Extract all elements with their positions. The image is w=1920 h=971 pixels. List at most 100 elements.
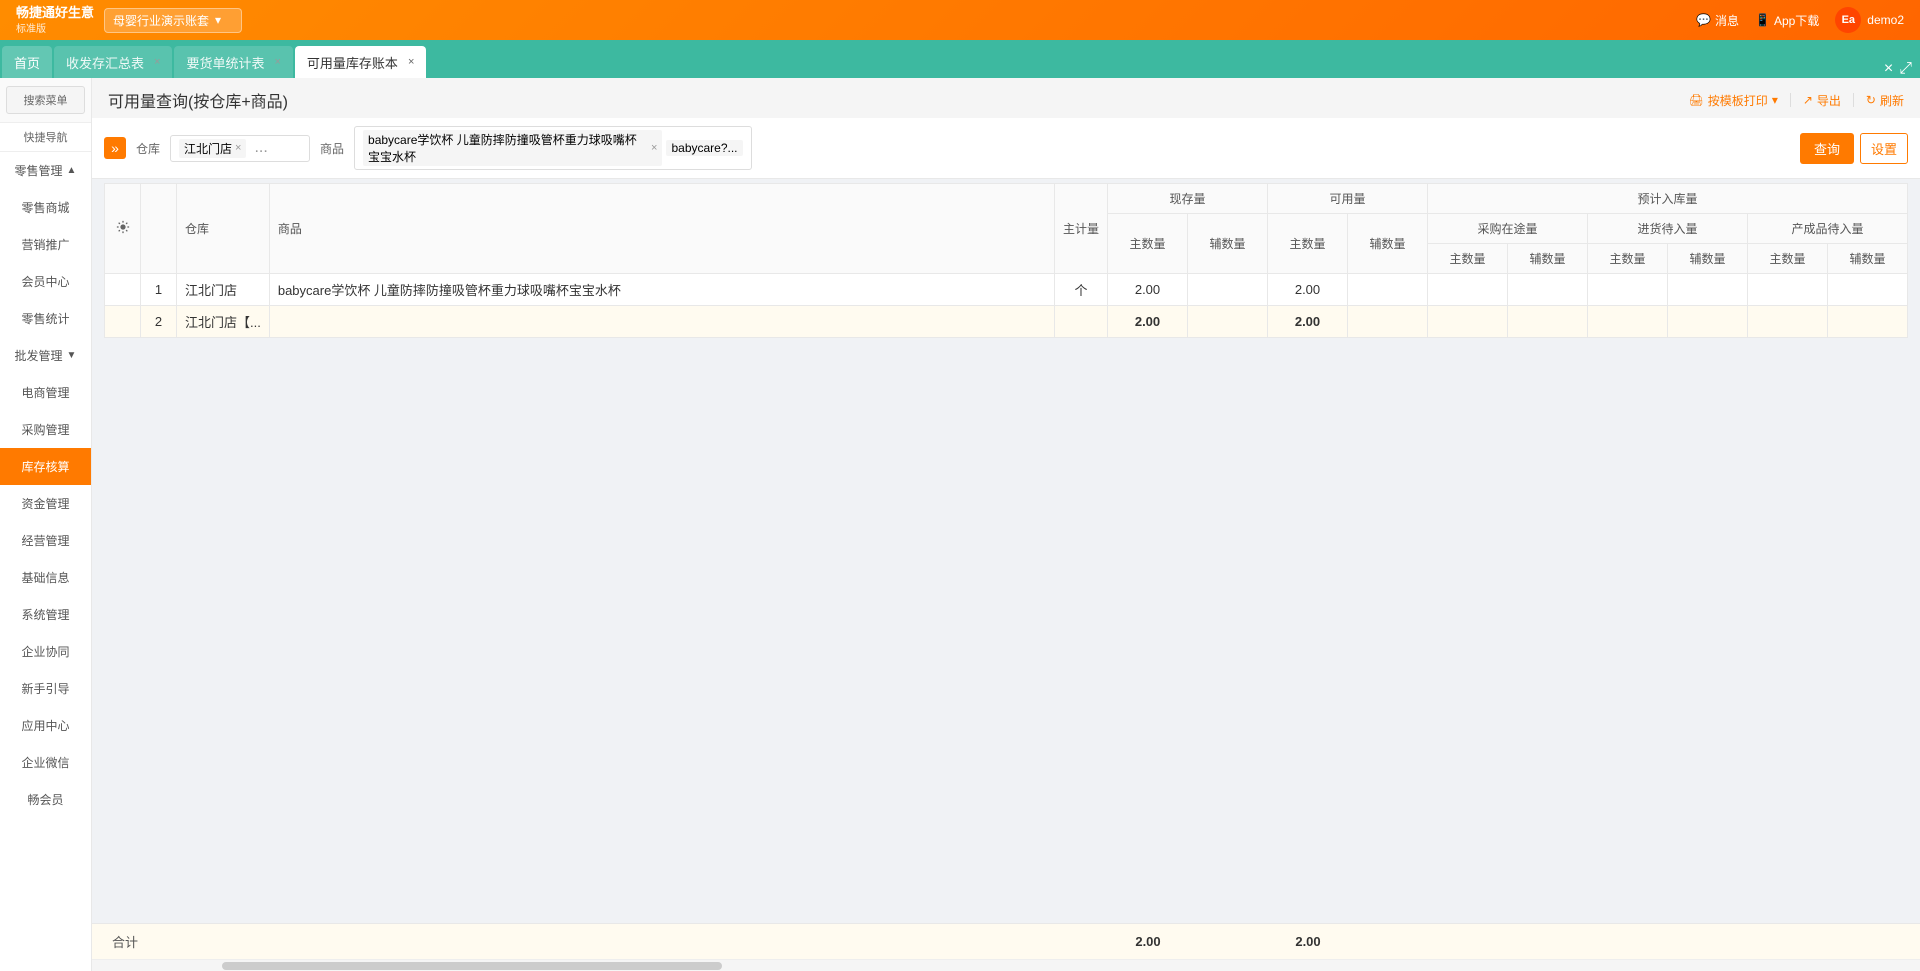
sidebar-item-retail-mgmt[interactable]: 零售管理 ▲ (0, 152, 91, 189)
incoming-header: 进货待入量 (1588, 214, 1748, 244)
sidebar-item-purchase[interactable]: 采购管理 (0, 411, 91, 448)
row2-unit (1054, 306, 1107, 338)
sidebar-item-inventory[interactable]: 库存核算 (0, 448, 91, 485)
col-settings-header (105, 184, 141, 274)
sidebar-item-membership[interactable]: 会员中心 (0, 263, 91, 300)
product-label: 商品 (320, 140, 344, 157)
content-area: 可用量查询(按仓库+商品) 🖨 按模板打印 ▾ ↗ 导出 ↻ 刷新 (92, 78, 1920, 971)
row2-product (269, 306, 1054, 338)
print-icon: 🖨 (1689, 93, 1704, 107)
row2-available-sub (1348, 306, 1428, 338)
message-btn[interactable]: 💬 消息 (1696, 12, 1739, 29)
product-filter[interactable]: babycare学饮杯 儿童防摔防撞吸管杯重力球吸嘴杯宝宝水杯 × babyca… (354, 126, 751, 170)
tab-yaohuo[interactable]: 要货单统计表 × (174, 46, 292, 78)
col-product-header: 商品 (269, 184, 1054, 274)
row2-no: 2 (141, 306, 177, 338)
row1-available-sub (1348, 274, 1428, 306)
filter-buttons: 查询 设置 (1800, 133, 1908, 164)
tab-keyongliang[interactable]: 可用量库存账本 × (295, 46, 426, 78)
purchase-main-header: 主数量 (1428, 244, 1508, 274)
warehouse-tag: 江北门店 × (179, 139, 246, 158)
col-no-header (141, 184, 177, 274)
top-bar: 畅捷通好生意 标准版 母婴行业演示账套 ▾ 💬 消息 📱 App下载 Ea de… (0, 0, 1920, 40)
warehouse-filter[interactable]: 江北门店 × ... (170, 135, 310, 162)
company-selector[interactable]: 母婴行业演示账套 ▾ (104, 8, 242, 33)
tab-close-1[interactable]: × (154, 56, 160, 68)
action-divider (1790, 93, 1791, 107)
message-icon: 💬 (1696, 13, 1711, 27)
row1-unit: 个 (1054, 274, 1107, 306)
incoming-main-header: 主数量 (1588, 244, 1668, 274)
print-btn[interactable]: 🖨 按模板打印 ▾ (1689, 92, 1778, 109)
chevron-icon-wholesale: ▼ (67, 350, 77, 361)
row2-product-sub (1828, 306, 1908, 338)
sidebar-item-enterprise[interactable]: 企业协同 (0, 633, 91, 670)
planned-inbound-header: 预计入库量 (1428, 184, 1908, 214)
row1-available-main: 2.00 (1268, 274, 1348, 306)
export-btn[interactable]: ↗ 导出 (1803, 92, 1841, 109)
sidebar-item-app-center[interactable]: 应用中心 (0, 707, 91, 744)
product-pending-header: 产成品待入量 (1748, 214, 1908, 244)
sidebar-item-system[interactable]: 系统管理 (0, 596, 91, 633)
sidebar-item-weixin[interactable]: 企业微信 (0, 744, 91, 781)
print-arrow-icon: ▾ (1772, 93, 1778, 107)
product-main-header: 主数量 (1748, 244, 1828, 274)
action-divider2 (1853, 93, 1854, 107)
sidebar-item-newbie[interactable]: 新手引导 (0, 670, 91, 707)
sidebar-search-area: 搜索菜单 (0, 78, 91, 123)
row2-incoming-main (1588, 306, 1668, 338)
product1-remove-icon[interactable]: × (651, 142, 657, 154)
app-download-btn[interactable]: 📱 App下载 (1755, 12, 1819, 29)
tab-close-3[interactable]: × (408, 56, 414, 68)
row1-purchase-sub (1508, 274, 1588, 306)
tab-close-2[interactable]: × (274, 56, 280, 68)
sidebar-item-finance[interactable]: 资金管理 (0, 485, 91, 522)
query-btn[interactable]: 查询 (1800, 133, 1854, 164)
available-header: 可用量 (1268, 184, 1428, 214)
row1-no: 1 (141, 274, 177, 306)
horizontal-scrollbar[interactable] (92, 959, 1920, 971)
main-wrapper: 搜索菜单 快捷导航 零售管理 ▲ 零售商城 营销推广 会员中心 零售统计 批发管… (0, 78, 1920, 971)
sidebar-item-operations[interactable]: 经营管理 (0, 522, 91, 559)
tab-shoufacun[interactable]: 收发存汇总表 × (54, 46, 172, 78)
filter-bar: » 仓库 江北门店 × ... 商品 babycare学饮杯 儿童防摔防撞吸管杯… (92, 118, 1920, 179)
row2-current-main: 2.00 (1108, 306, 1188, 338)
row1-current-sub (1188, 274, 1268, 306)
sidebar-item-retail-mall[interactable]: 零售商城 (0, 189, 91, 226)
available-main-header: 主数量 (1268, 214, 1348, 274)
scrollbar-thumb[interactable] (222, 962, 722, 970)
chevron-icon-retail: ▲ (67, 165, 77, 176)
row2-current-sub (1188, 306, 1268, 338)
sidebar-item-wholesale[interactable]: 批发管理 ▼ (0, 337, 91, 374)
user-avatar-area[interactable]: Ea demo2 (1835, 7, 1904, 33)
tab-home[interactable]: 首页 (2, 46, 52, 78)
search-menu-btn[interactable]: 搜索菜单 (6, 86, 85, 114)
refresh-btn[interactable]: ↻ 刷新 (1866, 92, 1904, 109)
quick-nav-btn[interactable]: 快捷导航 (0, 123, 91, 152)
product-tag-2: babycare?... (666, 140, 742, 156)
sidebar-item-basic-info[interactable]: 基础信息 (0, 559, 91, 596)
top-bar-left: 畅捷通好生意 标准版 母婴行业演示账套 ▾ (16, 5, 242, 36)
row1-warehouse: 江北门店 (177, 274, 270, 306)
filter-expand-btn[interactable]: » (104, 137, 126, 159)
nav-tabs-bar: 首页 收发存汇总表 × 要货单统计表 × 可用量库存账本 × × ⤢ (0, 40, 1920, 78)
sidebar-item-marketing[interactable]: 营销推广 (0, 226, 91, 263)
tab-close-all[interactable]: × (1884, 60, 1893, 78)
total-available-main: 2.00 (1268, 934, 1348, 949)
tab-expand[interactable]: ⤢ (1899, 60, 1912, 78)
export-icon: ↗ (1803, 93, 1813, 107)
page-header: 可用量查询(按仓库+商品) 🖨 按模板打印 ▾ ↗ 导出 ↻ 刷新 (92, 78, 1920, 118)
settings-btn[interactable]: 设置 (1860, 133, 1908, 164)
refresh-icon: ↻ (1866, 93, 1876, 107)
sidebar-item-vip[interactable]: 畅会员 (0, 781, 91, 818)
sidebar-item-retail-stats[interactable]: 零售统计 (0, 300, 91, 337)
warehouse-dots[interactable]: ... (254, 139, 267, 157)
total-current-sub (1188, 934, 1268, 949)
row1-product-main (1748, 274, 1828, 306)
top-bar-right: 💬 消息 📱 App下载 Ea demo2 (1696, 7, 1904, 33)
sidebar-item-ecommerce[interactable]: 电商管理 (0, 374, 91, 411)
product-tag-1: babycare学饮杯 儿童防摔防撞吸管杯重力球吸嘴杯宝宝水杯 × (363, 130, 662, 166)
warehouse-remove-icon[interactable]: × (235, 142, 241, 154)
col-warehouse-header: 仓库 (177, 184, 270, 274)
total-label: 合计 (104, 932, 138, 951)
